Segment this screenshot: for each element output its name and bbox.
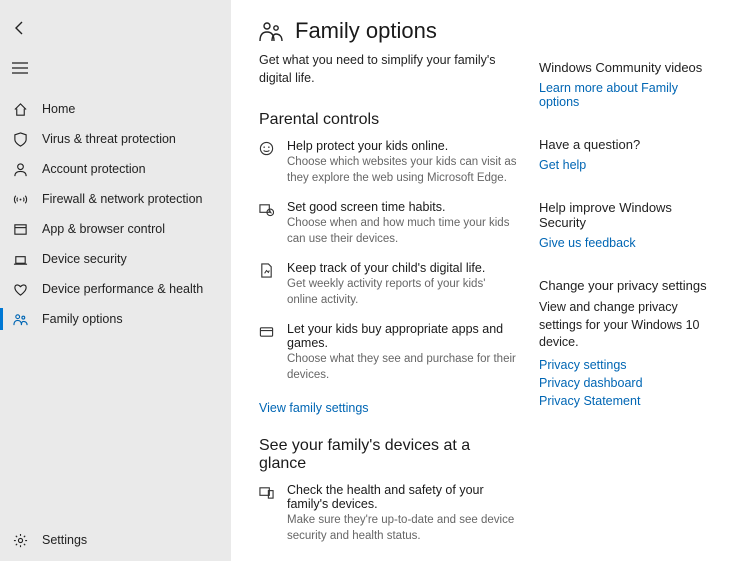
- page-title: Family options: [295, 18, 437, 44]
- nav-label: Family options: [42, 312, 123, 326]
- nav-app-browser[interactable]: App & browser control: [0, 214, 231, 244]
- privacy-statement-link[interactable]: Privacy Statement: [539, 394, 719, 408]
- nav-device-security[interactable]: Device security: [0, 244, 231, 274]
- parental-heading: Parental controls: [259, 111, 519, 129]
- nav-account[interactable]: Account protection: [0, 154, 231, 184]
- content-column: Family options Get what you need to simp…: [259, 18, 519, 561]
- feature-desc: Make sure they're up-to-date and see dev…: [287, 513, 519, 544]
- privacy-dashboard-link[interactable]: Privacy dashboard: [539, 376, 719, 390]
- devices-heading: See your family's devices at a glance: [259, 437, 519, 473]
- aside-heading: Have a question?: [539, 137, 719, 152]
- feature-screentime: Set good screen time habits. Choose when…: [259, 200, 519, 247]
- antenna-icon: [10, 192, 30, 207]
- feature-device-health: Check the health and safety of your fami…: [259, 483, 519, 544]
- feature-desc: Choose which websites your kids can visi…: [287, 155, 519, 186]
- community-link[interactable]: Learn more about Family options: [539, 81, 719, 109]
- hamburger-icon: [12, 62, 28, 74]
- nav-family[interactable]: Family options: [0, 304, 231, 334]
- feature-title: Keep track of your child's digital life.: [287, 261, 519, 275]
- smile-icon: [259, 141, 275, 186]
- nav-label: Home: [42, 102, 75, 116]
- back-button[interactable]: [0, 8, 40, 48]
- nav-firewall[interactable]: Firewall & network protection: [0, 184, 231, 214]
- chip-icon: [10, 252, 30, 267]
- aside-heading: Windows Community videos: [539, 60, 719, 75]
- main-area: Family options Get what you need to simp…: [231, 0, 750, 561]
- privacy-settings-link[interactable]: Privacy settings: [539, 358, 719, 372]
- aside-column: Windows Community videos Learn more abou…: [539, 18, 719, 561]
- arrow-left-icon: [12, 20, 28, 36]
- nav-label: Settings: [42, 533, 87, 547]
- document-icon: [259, 263, 275, 308]
- gear-icon: [10, 533, 30, 548]
- aside-privacy: Change your privacy settings View and ch…: [539, 278, 719, 408]
- aside-question: Have a question? Get help: [539, 137, 719, 172]
- family-icon: [259, 19, 283, 43]
- nav-label: Account protection: [42, 162, 146, 176]
- family-icon: [10, 312, 30, 327]
- home-icon: [10, 102, 30, 117]
- aside-heading: Change your privacy settings: [539, 278, 719, 293]
- feature-title: Set good screen time habits.: [287, 200, 519, 214]
- aside-improve: Help improve Windows Security Give us fe…: [539, 200, 719, 250]
- feature-purchase: Let your kids buy appropriate apps and g…: [259, 322, 519, 383]
- aside-community: Windows Community videos Learn more abou…: [539, 60, 719, 109]
- nav-label: Device security: [42, 252, 127, 266]
- person-icon: [10, 162, 30, 177]
- devices-icon: [259, 485, 275, 544]
- feature-desc: Choose when and how much time your kids …: [287, 216, 519, 247]
- nav-settings[interactable]: Settings: [0, 525, 231, 555]
- heart-icon: [10, 282, 30, 297]
- aside-text: View and change privacy settings for you…: [539, 299, 719, 352]
- nav-label: Virus & threat protection: [42, 132, 176, 146]
- view-family-settings-link[interactable]: View family settings: [259, 401, 369, 415]
- clock-device-icon: [259, 202, 275, 247]
- menu-button[interactable]: [0, 48, 40, 88]
- feature-desc: Get weekly activity reports of your kids…: [287, 277, 519, 308]
- window-icon: [10, 222, 30, 237]
- nav-label: App & browser control: [42, 222, 165, 236]
- feature-title: Let your kids buy appropriate apps and g…: [287, 322, 519, 350]
- feature-title: Check the health and safety of your fami…: [287, 483, 519, 511]
- nav-virus[interactable]: Virus & threat protection: [0, 124, 231, 154]
- nav-label: Firewall & network protection: [42, 192, 202, 206]
- feature-protect: Help protect your kids online. Choose wh…: [259, 139, 519, 186]
- get-help-link[interactable]: Get help: [539, 158, 719, 172]
- page-subtitle: Get what you need to simplify your famil…: [259, 52, 519, 87]
- nav-list: Home Virus & threat protection Account p…: [0, 94, 231, 334]
- feature-activity: Keep track of your child's digital life.…: [259, 261, 519, 308]
- card-icon: [259, 324, 275, 383]
- nav-performance[interactable]: Device performance & health: [0, 274, 231, 304]
- nav-label: Device performance & health: [42, 282, 203, 296]
- aside-heading: Help improve Windows Security: [539, 200, 719, 230]
- feature-desc: Choose what they see and purchase for th…: [287, 352, 519, 383]
- feedback-link[interactable]: Give us feedback: [539, 236, 719, 250]
- nav-home[interactable]: Home: [0, 94, 231, 124]
- feature-title: Help protect your kids online.: [287, 139, 519, 153]
- sidebar: Home Virus & threat protection Account p…: [0, 0, 231, 561]
- shield-icon: [10, 132, 30, 147]
